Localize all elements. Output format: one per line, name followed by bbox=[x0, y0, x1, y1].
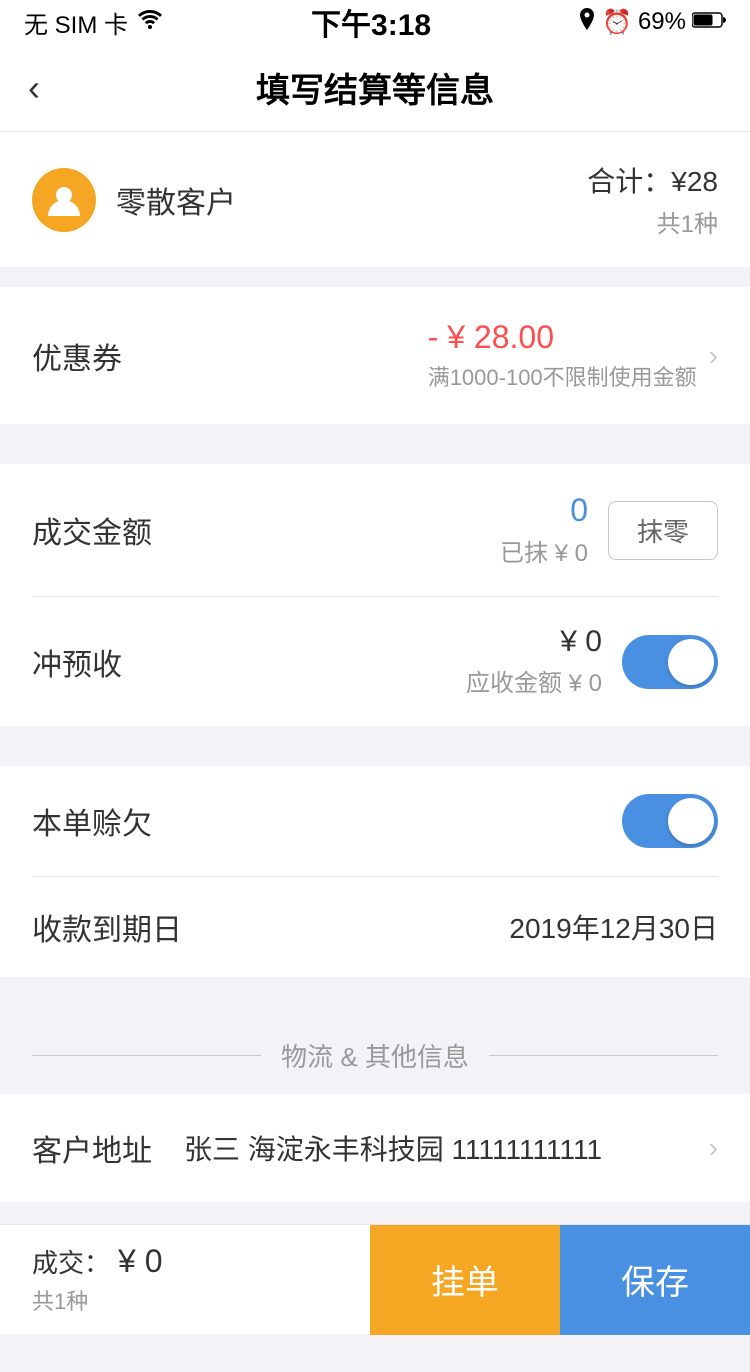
prepaid-amount: ¥ 0 bbox=[560, 625, 602, 658]
user-icon bbox=[44, 180, 84, 220]
customer-left: 零散客户 bbox=[32, 168, 236, 232]
status-left: 无 SIM 卡 bbox=[24, 5, 164, 40]
deal-amount-label: 成交金额 bbox=[32, 508, 152, 552]
debt-row: 本单赊欠 bbox=[0, 766, 750, 876]
bottom-bar: 成交： ¥ 0 共1种 挂单 保存 bbox=[0, 1224, 750, 1334]
bottom-deal-amount: ¥ 0 bbox=[118, 1243, 162, 1280]
location-icon bbox=[578, 8, 596, 37]
sim-status: 无 SIM 卡 bbox=[24, 5, 128, 40]
deal-amount-sub: 已抹 ¥ 0 bbox=[500, 533, 588, 568]
bottom-deal-count: 共1种 bbox=[32, 1284, 338, 1316]
deal-amount-row: 成交金额 0 已抹 ¥ 0 抹零 bbox=[0, 464, 750, 596]
prepaid-toggle-track bbox=[622, 635, 718, 689]
customer-row: 零散客户 合计：¥28 共1种 bbox=[0, 132, 750, 267]
bottom-deal-label: 成交： bbox=[32, 1243, 110, 1280]
customer-right: 合计：¥28 共1种 bbox=[587, 160, 718, 239]
bottom-deal-row: 成交： ¥ 0 bbox=[32, 1243, 338, 1280]
total-count: 共1种 bbox=[587, 204, 718, 239]
address-value: 张三 海淀永丰科技园 11111111111 bbox=[184, 1128, 677, 1168]
deal-amount-right: 0 已抹 ¥ 0 抹零 bbox=[500, 492, 718, 568]
address-chevron-icon: › bbox=[709, 1132, 718, 1164]
bottom-summary: 成交： ¥ 0 共1种 bbox=[0, 1243, 370, 1316]
alarm-icon: ⏰ bbox=[602, 8, 632, 37]
due-date-row: 收款到期日 2019年12月30日 bbox=[0, 877, 750, 977]
separator-1 bbox=[0, 444, 750, 464]
coupon-label: 优惠券 bbox=[32, 334, 122, 378]
coupon-amount: - ¥ 28.00 bbox=[428, 319, 697, 356]
status-time: 下午3:18 bbox=[311, 0, 431, 44]
separator-2 bbox=[0, 746, 750, 766]
prepaid-right: ¥ 0 应收金额 ¥ 0 bbox=[466, 625, 718, 698]
debt-toggle-track bbox=[622, 794, 718, 848]
prepaid-label: 冲预收 bbox=[32, 640, 122, 684]
prepaid-toggle-thumb bbox=[668, 639, 714, 685]
coupon-row[interactable]: 优惠券 - ¥ 28.00 满1000-100不限制使用金额 › bbox=[0, 287, 750, 424]
deal-amount-values: 0 已抹 ¥ 0 bbox=[500, 492, 588, 568]
address-label: 客户地址 bbox=[32, 1126, 152, 1170]
chevron-right-icon: › bbox=[709, 340, 718, 372]
debt-toggle[interactable] bbox=[622, 794, 718, 848]
debt-section: 本单赊欠 收款到期日 2019年12月30日 bbox=[0, 766, 750, 977]
logistics-title: 物流 & 其他信息 bbox=[281, 1037, 469, 1074]
due-date-label: 收款到期日 bbox=[32, 905, 182, 949]
back-button[interactable]: ‹ bbox=[28, 67, 40, 109]
round-off-button[interactable]: 抹零 bbox=[608, 501, 718, 560]
prepaid-sub: 应收金额 ¥ 0 bbox=[466, 663, 602, 698]
save-button[interactable]: 保存 bbox=[560, 1225, 750, 1335]
address-section[interactable]: 客户地址 张三 海淀永丰科技园 11111111111 › bbox=[0, 1094, 750, 1202]
deal-amount-value: 0 bbox=[570, 492, 588, 528]
coupon-desc: 满1000-100不限制使用金额 bbox=[428, 360, 697, 392]
status-bar: 无 SIM 卡 下午3:18 ⏰ 69% bbox=[0, 0, 750, 44]
customer-avatar bbox=[32, 168, 96, 232]
wifi-icon bbox=[136, 8, 164, 36]
prepaid-toggle[interactable] bbox=[622, 635, 718, 689]
deal-amount-section: 成交金额 0 已抹 ¥ 0 抹零 冲预收 ¥ 0 应收 bbox=[0, 464, 750, 726]
prepaid-row: 冲预收 ¥ 0 应收金额 ¥ 0 bbox=[0, 597, 750, 726]
header-line-right bbox=[489, 1055, 718, 1056]
debt-right bbox=[622, 794, 718, 848]
debt-label: 本单赊欠 bbox=[32, 799, 152, 843]
header-line-left bbox=[32, 1055, 261, 1056]
content: 零散客户 合计：¥28 共1种 优惠券 - ¥ 28.00 满1000-100不… bbox=[0, 132, 750, 1372]
debt-toggle-thumb bbox=[668, 798, 714, 844]
total-amount: 合计：¥28 bbox=[587, 160, 718, 200]
due-date-value: 2019年12月30日 bbox=[509, 907, 718, 947]
coupon-info: - ¥ 28.00 满1000-100不限制使用金额 bbox=[428, 319, 697, 392]
customer-name: 零散客户 bbox=[116, 178, 236, 222]
status-right: ⏰ 69% bbox=[578, 8, 726, 37]
nav-bar: ‹ 填写结算等信息 bbox=[0, 44, 750, 132]
customer-section: 零散客户 合计：¥28 共1种 bbox=[0, 132, 750, 267]
page-title: 填写结算等信息 bbox=[256, 63, 494, 112]
coupon-right: - ¥ 28.00 满1000-100不限制使用金额 › bbox=[428, 319, 718, 392]
separator-3 bbox=[0, 997, 750, 1017]
battery-icon bbox=[692, 8, 726, 36]
address-row[interactable]: 客户地址 张三 海淀永丰科技园 11111111111 › bbox=[0, 1094, 750, 1202]
battery-level: 69% bbox=[638, 8, 686, 36]
logistics-header: 物流 & 其他信息 bbox=[0, 1017, 750, 1094]
prepaid-values: ¥ 0 应收金额 ¥ 0 bbox=[466, 625, 602, 698]
hang-button[interactable]: 挂单 bbox=[370, 1225, 560, 1335]
coupon-section[interactable]: 优惠券 - ¥ 28.00 满1000-100不限制使用金额 › bbox=[0, 287, 750, 424]
